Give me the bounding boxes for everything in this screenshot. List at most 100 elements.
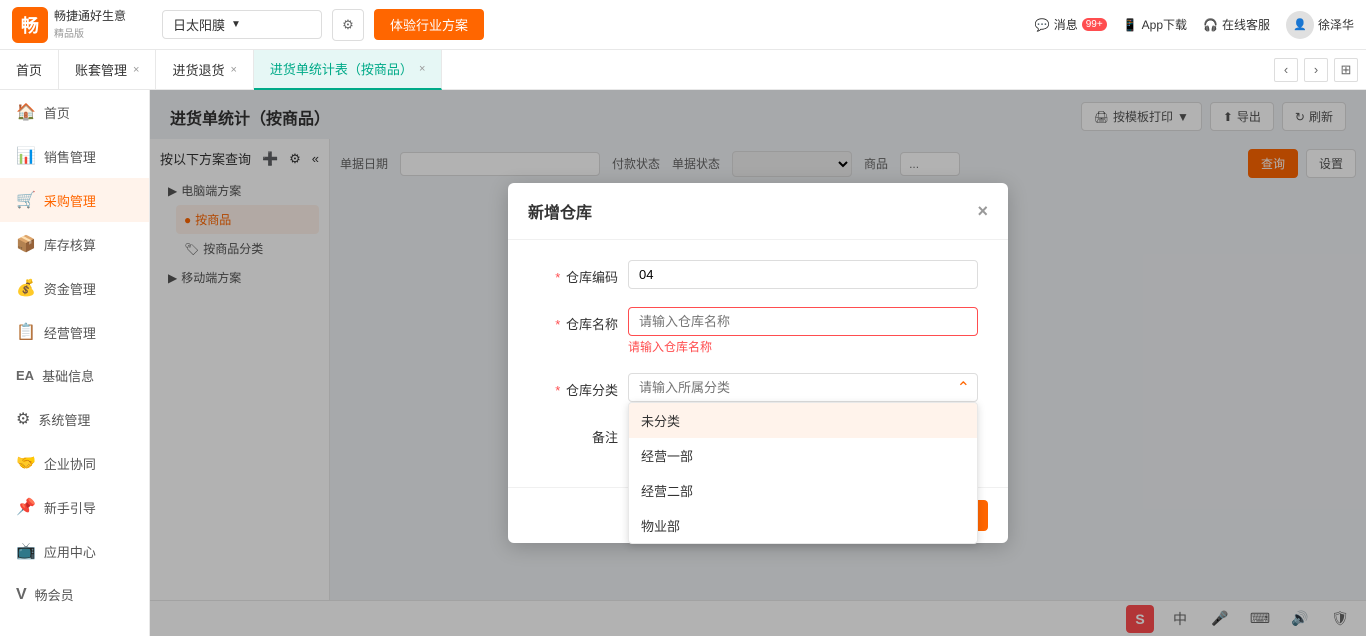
message-icon: 💬: [1035, 18, 1050, 32]
sidebar-item-operation[interactable]: 📋 经营管理: [0, 310, 149, 354]
message-label: 消息: [1054, 16, 1078, 33]
sidebar-item-basic-label: 基础信息: [42, 366, 94, 385]
sidebar-item-finance[interactable]: 💰 资金管理: [0, 266, 149, 310]
logo-edition: 精品版: [54, 25, 126, 40]
purchase-icon: 🛒: [16, 190, 36, 210]
required-star: *: [555, 270, 560, 285]
dropdown-item-dept1[interactable]: 经营一部: [629, 438, 977, 473]
content-area: 进货单统计（按商品） 🖨 按模板打印 ▼ ⬆ 导出 ↻ 刷新: [150, 90, 1366, 636]
online-service-label: 在线客服: [1222, 16, 1270, 33]
sales-icon: 📊: [16, 146, 36, 166]
sidebar-item-basic[interactable]: EA 基础信息: [0, 354, 149, 397]
basic-icon: EA: [16, 368, 34, 383]
tab-purchase-stat[interactable]: 进货单统计表（按商品） ×: [254, 50, 442, 90]
tab-purchase-stat-close[interactable]: ×: [419, 63, 425, 75]
inventory-icon: 📦: [16, 234, 36, 254]
dropdown-item-uncategorized[interactable]: 未分类: [629, 403, 977, 438]
modal-close-button[interactable]: ×: [977, 201, 988, 222]
form-row-code: * 仓库编码: [538, 260, 978, 289]
sidebar-item-vip[interactable]: V 畅会员: [0, 573, 149, 616]
sidebar-item-guide[interactable]: 📌 新手引导: [0, 485, 149, 529]
tab-nav-right[interactable]: ›: [1304, 58, 1328, 82]
header-right: 💬 消息 99+ 📱 App下载 🎧 在线客服 👤 徐泽华: [1035, 11, 1354, 39]
name-label-text: 仓库名称: [566, 317, 618, 332]
code-control: [628, 260, 978, 289]
modal-title: 新增仓库: [528, 199, 592, 223]
form-row-category: * 仓库分类 ⌃ 未分类 经营一部 经: [538, 373, 978, 402]
main-layout: 🏠 首页 📊 销售管理 🛒 采购管理 📦 库存核算 💰 资金管理 📋 经营管理 …: [0, 90, 1366, 636]
dropdown-item-dept2[interactable]: 经营二部: [629, 473, 977, 508]
operation-icon: 📋: [16, 322, 36, 342]
user-name: 徐泽华: [1318, 16, 1354, 33]
gear-icon: ⚙: [342, 17, 354, 33]
sidebar-item-sales[interactable]: 📊 销售管理: [0, 134, 149, 178]
modal-add-warehouse: 新增仓库 × * 仓库编码: [508, 183, 1008, 543]
modal-body: * 仓库编码 * 仓库名称: [508, 240, 1008, 487]
sidebar-item-system[interactable]: ⚙ 系统管理: [0, 397, 149, 441]
tab-nav-more[interactable]: ⊞: [1334, 58, 1358, 82]
sidebar-item-purchase[interactable]: 🛒 采购管理: [0, 178, 149, 222]
form-row-name: * 仓库名称 请输入仓库名称: [538, 307, 978, 355]
sidebar-item-purchase-label: 采购管理: [44, 191, 96, 210]
category-label-text: 仓库分类: [566, 383, 618, 398]
tab-nav-left[interactable]: ‹: [1274, 58, 1298, 82]
sidebar-item-cooperation-label: 企业协同: [44, 454, 96, 473]
name-input[interactable]: [628, 307, 978, 336]
tab-purchase-return[interactable]: 进货退货 ×: [156, 50, 253, 90]
store-name: 日太阳膜: [173, 15, 225, 34]
category-input[interactable]: [628, 373, 978, 402]
sidebar-item-sales-label: 销售管理: [44, 147, 96, 166]
required-star3: *: [555, 383, 560, 398]
code-label-text: 仓库编码: [566, 270, 618, 285]
app-download-label: App下载: [1142, 16, 1187, 33]
trial-button[interactable]: 体验行业方案: [374, 9, 484, 40]
message-badge: 99+: [1082, 18, 1107, 31]
dropdown-item-property[interactable]: 物业部: [629, 508, 977, 543]
user-menu[interactable]: 👤 徐泽华: [1286, 11, 1354, 39]
sidebar-item-guide-label: 新手引导: [44, 498, 96, 517]
headset-icon: 🎧: [1203, 18, 1218, 32]
category-control: ⌃ 未分类 经营一部 经营二部 物业部: [628, 373, 978, 402]
guide-icon: 📌: [16, 497, 36, 517]
name-control: 请输入仓库名称: [628, 307, 978, 355]
settings-button[interactable]: ⚙: [332, 9, 364, 41]
sidebar-item-system-label: 系统管理: [38, 410, 90, 429]
sidebar-item-apps[interactable]: 📺 应用中心: [0, 529, 149, 573]
tab-account-close[interactable]: ×: [133, 64, 139, 76]
home-icon: 🏠: [16, 102, 36, 122]
chevron-up-icon[interactable]: ⌃: [957, 378, 970, 398]
tab-home[interactable]: 首页: [0, 50, 59, 90]
category-label: * 仓库分类: [538, 373, 618, 399]
sidebar-item-vip-label: 畅会员: [35, 585, 74, 604]
store-selector[interactable]: 日太阳膜 ▼: [162, 10, 322, 39]
system-icon: ⚙: [16, 409, 30, 429]
name-label: * 仓库名称: [538, 307, 618, 333]
online-service-button[interactable]: 🎧 在线客服: [1203, 16, 1270, 33]
tab-account-label: 账套管理: [75, 60, 127, 79]
sidebar-item-finance-label: 资金管理: [44, 279, 96, 298]
sidebar-item-home[interactable]: 🏠 首页: [0, 90, 149, 134]
cooperation-icon: 🤝: [16, 453, 36, 473]
message-button[interactable]: 💬 消息 99+: [1035, 16, 1107, 33]
logo-icon: 畅: [12, 7, 48, 43]
top-header: 畅 畅捷通好生意 精品版 日太阳膜 ▼ ⚙ 体验行业方案 💬 消息 99+ 📱 …: [0, 0, 1366, 50]
code-input[interactable]: [628, 260, 978, 289]
sidebar-item-home-label: 首页: [44, 103, 70, 122]
tab-purchase-return-label: 进货退货: [172, 60, 224, 79]
code-label: * 仓库编码: [538, 260, 618, 286]
tab-bar: 首页 账套管理 × 进货退货 × 进货单统计表（按商品） × ‹ › ⊞: [0, 50, 1366, 90]
sidebar-item-cooperation[interactable]: 🤝 企业协同: [0, 441, 149, 485]
logo-text-block: 畅捷通好生意 精品版: [54, 9, 126, 40]
app-download-button[interactable]: 📱 App下载: [1123, 16, 1187, 33]
sidebar: 🏠 首页 📊 销售管理 🛒 采购管理 📦 库存核算 💰 资金管理 📋 经营管理 …: [0, 90, 150, 636]
tab-home-label: 首页: [16, 60, 42, 79]
tab-account[interactable]: 账套管理 ×: [59, 50, 156, 90]
sidebar-item-inventory-label: 库存核算: [44, 235, 96, 254]
sidebar-item-inventory[interactable]: 📦 库存核算: [0, 222, 149, 266]
phone-icon: 📱: [1123, 18, 1138, 32]
logo-app-name: 畅捷通好生意: [54, 9, 126, 25]
tab-purchase-return-close[interactable]: ×: [230, 64, 236, 76]
tab-purchase-stat-label: 进货单统计表（按商品）: [270, 59, 413, 78]
required-star2: *: [555, 317, 560, 332]
avatar: 👤: [1286, 11, 1314, 39]
